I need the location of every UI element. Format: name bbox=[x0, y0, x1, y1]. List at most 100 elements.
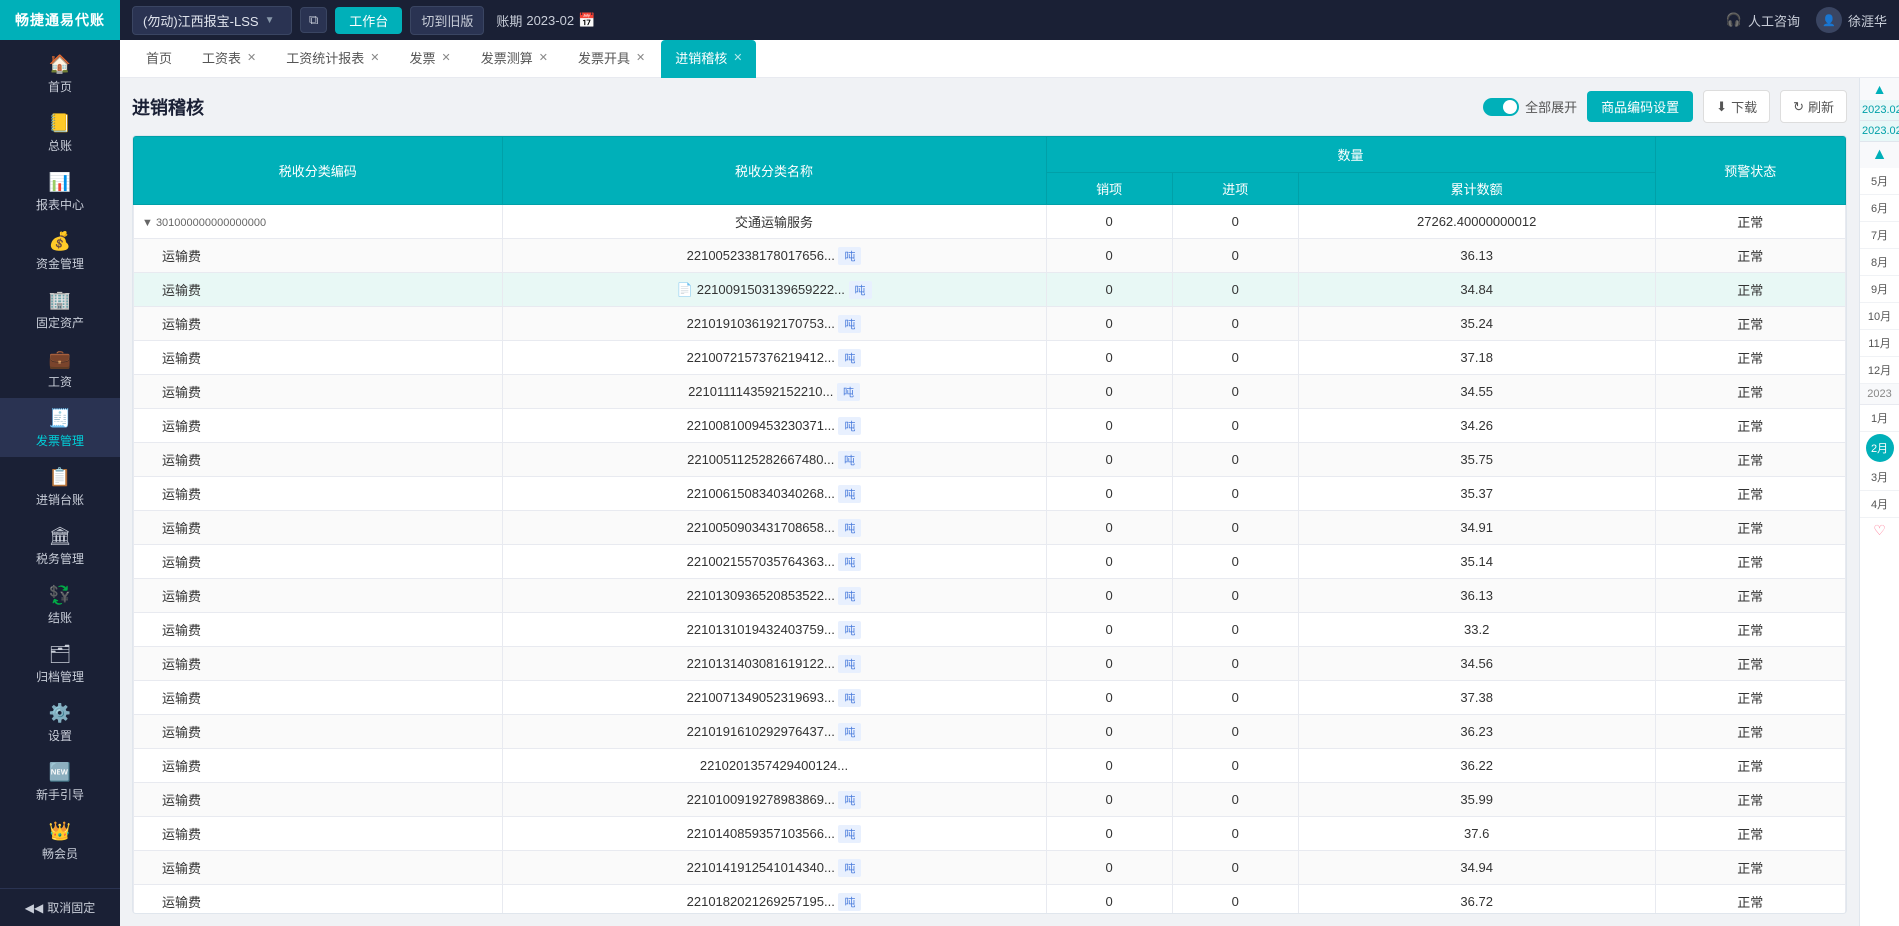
cal-month-7[interactable]: 7月 bbox=[1860, 222, 1899, 249]
table-row[interactable]: 运输费 2210191036192170753... 吨 0 0 35.24 正… bbox=[134, 307, 1846, 341]
support-info[interactable]: 🎧 人工咨询 bbox=[1726, 11, 1800, 30]
sidebar-item-purchase-sales[interactable]: 📋 进销台账 bbox=[0, 457, 120, 516]
tab-salary-stats-close[interactable]: ✕ bbox=[370, 51, 379, 64]
tab-salary[interactable]: 工资表 ✕ bbox=[188, 40, 270, 78]
cell-forecast: 正常 bbox=[1655, 749, 1845, 783]
table-row[interactable]: 运输费 2210050903431708658... 吨 0 0 34.91 正… bbox=[134, 511, 1846, 545]
switch-old-button[interactable]: 切到旧版 bbox=[410, 6, 484, 35]
col-sales: 销项 bbox=[1046, 173, 1172, 205]
table-row[interactable]: 运输费 2210051125282667480... 吨 0 0 35.75 正… bbox=[134, 443, 1846, 477]
cell-item-name: 运输费 bbox=[134, 511, 503, 545]
goods-settings-button[interactable]: 商品编码设置 bbox=[1587, 91, 1693, 122]
cell-cumulative: 36.23 bbox=[1298, 715, 1655, 749]
unpin-label: 取消固定 bbox=[47, 899, 95, 916]
cal-month-9[interactable]: 9月 bbox=[1860, 276, 1899, 303]
table-row[interactable]: 运输费 2210052338178017656... 吨 0 0 36.13 正… bbox=[134, 239, 1846, 273]
company-selector[interactable]: (勿动)江西报宝-LSS ▼ bbox=[132, 6, 292, 35]
download-button[interactable]: ⬇ 下载 bbox=[1703, 90, 1770, 123]
workbench-button[interactable]: 工作台 bbox=[335, 7, 402, 34]
table-row[interactable]: 运输费 2210131019432403759... 吨 0 0 33.2 正常 bbox=[134, 613, 1846, 647]
toggle-track[interactable] bbox=[1483, 98, 1519, 116]
table-row[interactable]: ▼ 301000000000000000 交通运输服务 0 0 27262.40… bbox=[134, 205, 1846, 239]
cell-purchase: 0 bbox=[1172, 409, 1298, 443]
sidebar-item-label: 结账 bbox=[48, 609, 72, 626]
sidebar-item-ledger[interactable]: 📒 总账 bbox=[0, 103, 120, 162]
cell-tax-code: 2210050903431708658... 吨 bbox=[502, 511, 1046, 545]
cal-month-11[interactable]: 11月 bbox=[1860, 330, 1899, 357]
table-row[interactable]: 运输费 2210072157376219412... 吨 0 0 37.18 正… bbox=[134, 341, 1846, 375]
table-row[interactable]: 运输费 2210071349052319693... 吨 0 0 37.38 正… bbox=[134, 681, 1846, 715]
tab-purchase-sales-close[interactable]: ✕ bbox=[733, 51, 742, 64]
table-row[interactable]: 运输费 2210182021269257195... 吨 0 0 36.72 正… bbox=[134, 885, 1846, 915]
cell-sales: 0 bbox=[1046, 681, 1172, 715]
sidebar-item-assets[interactable]: 🏢 固定资产 bbox=[0, 280, 120, 339]
table-row[interactable]: 运输费 2210130936520853522... 吨 0 0 36.13 正… bbox=[134, 579, 1846, 613]
sidebar-item-salary[interactable]: 💼 工资 bbox=[0, 339, 120, 398]
table-row[interactable]: 运输费 2210111143592152210... 吨 0 0 34.55 正… bbox=[134, 375, 1846, 409]
cal-month-6[interactable]: 6月 bbox=[1860, 195, 1899, 222]
tab-invoice[interactable]: 发票 ✕ bbox=[395, 40, 464, 78]
refresh-button[interactable]: ↻ 刷新 bbox=[1780, 90, 1847, 123]
tab-invoice-close[interactable]: ✕ bbox=[442, 51, 451, 64]
tab-invoice-open[interactable]: 发票开具 ✕ bbox=[564, 40, 659, 78]
table-row[interactable]: 运输费 2210061508340340268... 吨 0 0 35.37 正… bbox=[134, 477, 1846, 511]
tab-invoice-open-close[interactable]: ✕ bbox=[636, 51, 645, 64]
unit-badge: 吨 bbox=[838, 485, 861, 503]
sidebar-item-tax[interactable]: 🏛 税务管理 bbox=[0, 516, 120, 575]
cell-item-name: 运输费 bbox=[134, 443, 503, 477]
cal-month-1[interactable]: 1月 bbox=[1860, 405, 1899, 432]
tab-invoice-calc[interactable]: 发票测算 ✕ bbox=[467, 40, 562, 78]
unpin-button[interactable]: ◀◀ 取消固定 bbox=[0, 888, 120, 926]
cell-tax-code: 2210191610292976437... 吨 bbox=[502, 715, 1046, 749]
expand-icon[interactable]: ▼ 301000000000000000 bbox=[142, 217, 266, 229]
table-row[interactable]: 运输费 2210081009453230371... 吨 0 0 34.26 正… bbox=[134, 409, 1846, 443]
page-header: 进销稽核 全部展开 商品编码设置 ⬇ 下载 ↻ 刷 bbox=[132, 90, 1847, 123]
cal-month-3[interactable]: 3月 bbox=[1860, 464, 1899, 491]
heart-icon[interactable]: ♡ bbox=[1869, 518, 1890, 543]
invoice-mgmt-icon: 🧾 bbox=[49, 408, 71, 429]
sidebar-item-settle[interactable]: 💱 结账 bbox=[0, 575, 120, 634]
sidebar-item-capital[interactable]: 💰 资金管理 bbox=[0, 221, 120, 280]
cal-month-10[interactable]: 10月 bbox=[1860, 303, 1899, 330]
sidebar-item-home[interactable]: 🏠 首页 bbox=[0, 44, 120, 103]
sidebar-item-report[interactable]: 📊 报表中心 bbox=[0, 162, 120, 221]
table-row[interactable]: 运输费 2210131403081619122... 吨 0 0 34.56 正… bbox=[134, 647, 1846, 681]
table-row[interactable]: 运输费 2210100919278983869... 吨 0 0 35.99 正… bbox=[134, 783, 1846, 817]
table-row[interactable]: 运输费 📄2210091503139659222... 吨 0 0 34.84 … bbox=[134, 273, 1846, 307]
tab-salary-stats[interactable]: 工资统计报表 ✕ bbox=[272, 40, 393, 78]
calendar-icon[interactable]: 📅 bbox=[578, 12, 595, 29]
cal-month-8[interactable]: 8月 bbox=[1860, 249, 1899, 276]
cal-month-2-active[interactable]: 2月 bbox=[1866, 434, 1894, 462]
copy-button[interactable]: ⧉ bbox=[300, 7, 327, 33]
sidebar-item-invoice-mgmt[interactable]: 🧾 发票管理 bbox=[0, 398, 120, 457]
sidebar-item-guide[interactable]: 🆕 新手引导 bbox=[0, 752, 120, 811]
unit-badge: 吨 bbox=[849, 281, 872, 299]
cell-sales: 0 bbox=[1046, 579, 1172, 613]
table-row[interactable]: 运输费 2210021557035764363... 吨 0 0 35.14 正… bbox=[134, 545, 1846, 579]
col-quantity-group: 数量 bbox=[1046, 137, 1655, 173]
cell-cumulative: 35.99 bbox=[1298, 783, 1655, 817]
scroll-up2-button[interactable]: ▲ bbox=[1860, 142, 1899, 168]
table-row[interactable]: 运输费 2210140859357103566... 吨 0 0 37.6 正常 bbox=[134, 817, 1846, 851]
scroll-up-button[interactable]: ▲ bbox=[1860, 78, 1899, 100]
sidebar-item-archive[interactable]: 🗂 归档管理 bbox=[0, 634, 120, 693]
tab-purchase-sales-label: 进销稽核 bbox=[675, 48, 727, 67]
expand-toggle[interactable]: 全部展开 bbox=[1483, 97, 1577, 116]
tab-home-label: 首页 bbox=[146, 48, 172, 67]
sidebar-item-settings[interactable]: ⚙️ 设置 bbox=[0, 693, 120, 752]
cal-month-12[interactable]: 12月 bbox=[1860, 357, 1899, 384]
tab-invoice-calc-close[interactable]: ✕ bbox=[539, 51, 548, 64]
table-row[interactable]: 运输费 2210191610292976437... 吨 0 0 36.23 正… bbox=[134, 715, 1846, 749]
cell-item-name: 运输费 bbox=[134, 307, 503, 341]
table-row[interactable]: 运输费 2210141912541014340... 吨 0 0 34.94 正… bbox=[134, 851, 1846, 885]
cal-month-5[interactable]: 5月 bbox=[1860, 168, 1899, 195]
user-info[interactable]: 👤 徐涯华 bbox=[1816, 7, 1887, 33]
sidebar-item-member[interactable]: 👑 畅会员 bbox=[0, 811, 120, 870]
tab-purchase-sales[interactable]: 进销稽核 ✕ bbox=[661, 40, 756, 78]
cell-purchase: 0 bbox=[1172, 783, 1298, 817]
cal-month-4[interactable]: 4月 bbox=[1860, 491, 1899, 518]
tab-salary-close[interactable]: ✕ bbox=[247, 51, 256, 64]
tab-home[interactable]: 首页 bbox=[132, 40, 186, 78]
table-row[interactable]: 运输费 2210201357429400124... 0 0 36.22 正常 bbox=[134, 749, 1846, 783]
cell-cumulative: 36.22 bbox=[1298, 749, 1655, 783]
